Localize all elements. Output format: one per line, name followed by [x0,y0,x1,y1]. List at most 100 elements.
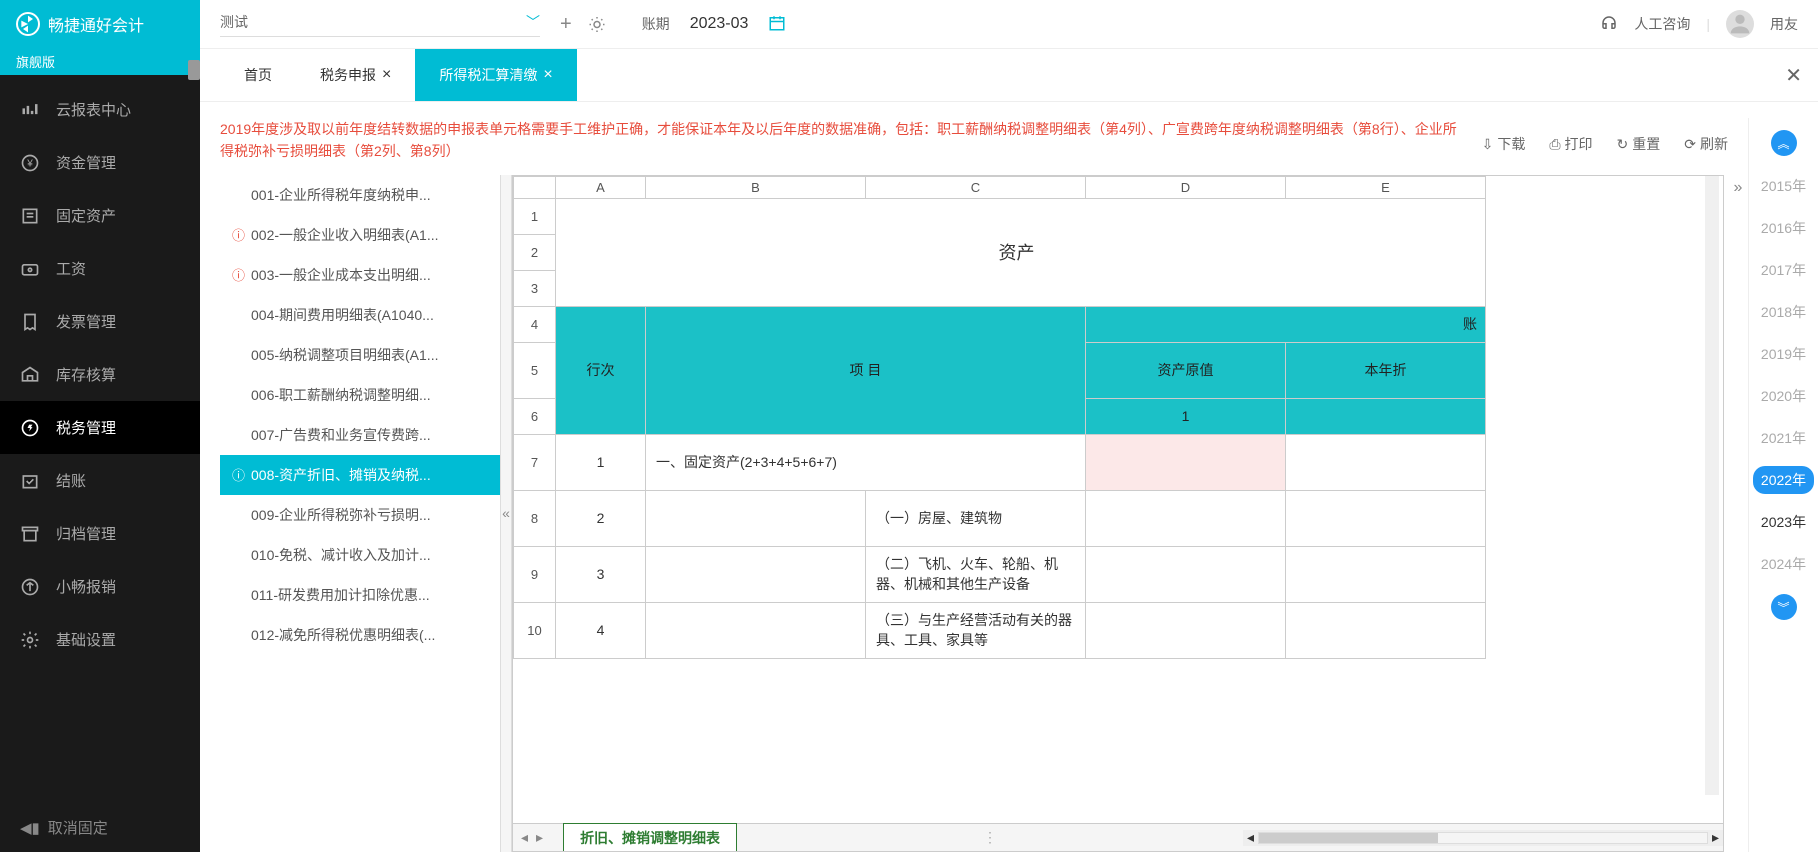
line-no[interactable]: 2 [556,490,646,546]
sidebar-item-salary[interactable]: 工资 [0,242,200,295]
report-item[interactable]: ⓘ003-一般企业成本支出明细... [220,255,500,295]
download-button[interactable]: ⇩ 下载 [1482,134,1526,154]
close-all-tabs[interactable]: ✕ [1785,63,1802,88]
report-item[interactable]: 001-企业所得税年度纳税申... [220,175,500,215]
year-item[interactable]: 2021年 [1753,424,1814,452]
calendar-icon[interactable] [768,14,786,35]
tab-close-icon[interactable]: × [543,66,552,84]
report-item[interactable]: 005-纳税调整项目明细表(A1... [220,335,500,375]
row-header[interactable]: 3 [514,270,556,306]
sheet-nav-first[interactable]: ◂ [521,829,528,846]
cell[interactable] [646,490,866,546]
header-original-value[interactable]: 资产原值 [1086,342,1286,398]
cell[interactable] [1086,602,1286,658]
line-no[interactable]: 4 [556,602,646,658]
header-item[interactable]: 项 目 [646,306,1086,434]
header-depreciation[interactable]: 本年折 [1286,342,1486,398]
header-col-num[interactable]: 1 [1086,398,1286,434]
col-header-c[interactable]: C [866,176,1086,198]
user-avatar[interactable] [1726,10,1754,38]
sheet-title[interactable]: 资产 [556,198,1486,306]
sidebar-item-asset[interactable]: 固定资产 [0,189,200,242]
col-header-a[interactable]: A [556,176,646,198]
reset-button[interactable]: ↻ 重置 [1617,134,1661,154]
report-item[interactable]: 012-减免所得税优惠明细表(... [220,615,500,655]
item-cell[interactable]: （二）飞机、火车、轮船、机器、机械和其他生产设备 [866,546,1086,602]
sheet-nav-prev[interactable]: ▸ [536,829,543,846]
header-col-blank[interactable] [1286,398,1486,434]
sidebar-item-invoice[interactable]: 发票管理 [0,295,200,348]
row-header[interactable]: 10 [514,602,556,658]
sidebar-item-settings[interactable]: 基础设置 [0,613,200,666]
year-item[interactable]: 2015年 [1753,172,1814,200]
cell[interactable] [1086,546,1286,602]
year-item[interactable]: 2023年 [1753,508,1814,536]
scroll-right-icon[interactable]: ▸ [1712,829,1719,846]
report-item[interactable]: ⓘ008-资产折旧、摊销及纳税... [220,455,500,495]
vertical-scrollbar[interactable] [1705,176,1719,795]
row-header[interactable]: 2 [514,234,556,270]
item-cell[interactable]: （一）房屋、建筑物 [866,490,1086,546]
year-item[interactable]: 2019年 [1753,340,1814,368]
sidebar-item-expense[interactable]: 小畅报销 [0,560,200,613]
sidebar-scroll-indicator[interactable] [188,60,200,80]
row-header[interactable]: 6 [514,398,556,434]
service-label[interactable]: 人工咨询 [1634,14,1690,34]
list-collapse-handle[interactable]: « [500,175,512,852]
row-header[interactable]: 1 [514,198,556,234]
row-header[interactable]: 4 [514,306,556,342]
print-button[interactable]: ⎙ 打印 [1549,134,1592,154]
user-name[interactable]: 用友 [1770,14,1798,34]
report-item[interactable]: 011-研发费用加计扣除优惠... [220,575,500,615]
year-item[interactable]: 2022年 [1753,466,1814,494]
year-item[interactable]: 2016年 [1753,214,1814,242]
sidebar-item-chart[interactable]: 云报表中心 [0,83,200,136]
company-selector[interactable]: 测试 ﹀ [220,12,540,37]
year-item[interactable]: 2018年 [1753,298,1814,326]
cell[interactable] [1286,602,1486,658]
line-no[interactable]: 1 [556,434,646,490]
sidebar-item-close[interactable]: 结账 [0,454,200,507]
tab[interactable]: 税务申报× [296,49,415,101]
refresh-button[interactable]: ⟳ 刷新 [1684,134,1728,154]
tab[interactable]: 首页 [220,49,296,101]
cell[interactable] [646,546,866,602]
tab-close-icon[interactable]: × [382,66,391,84]
cell[interactable] [1086,490,1286,546]
cell[interactable] [1086,434,1286,490]
row-header[interactable]: 8 [514,490,556,546]
report-item[interactable]: 004-期间费用明细表(A1040... [220,295,500,335]
cell[interactable] [1286,546,1486,602]
tab[interactable]: 所得税汇算清缴× [415,49,576,101]
gear-icon[interactable] [588,13,606,36]
header-line-no[interactable]: 行次 [556,306,646,434]
row-header[interactable]: 7 [514,434,556,490]
sheet-tab[interactable]: 折旧、摊销调整明细表 [563,823,737,852]
expand-handle[interactable]: » [1728,175,1748,852]
sidebar-item-tax[interactable]: 税务管理 [0,401,200,454]
row-header[interactable]: 9 [514,546,556,602]
year-item[interactable]: 2024年 [1753,550,1814,578]
report-item[interactable]: ⓘ002-一般企业收入明细表(A1... [220,215,500,255]
headset-icon[interactable] [1600,14,1618,35]
sidebar-unpin[interactable]: ◀▮ 取消固定 [0,803,200,852]
report-item[interactable]: 006-职工薪酬纳税调整明细... [220,375,500,415]
sidebar-item-stock[interactable]: 库存核算 [0,348,200,401]
line-no[interactable]: 3 [556,546,646,602]
grid-corner[interactable] [514,176,556,198]
report-item[interactable]: 007-广告费和业务宣传费跨... [220,415,500,455]
report-item[interactable]: 009-企业所得税弥补亏损明... [220,495,500,535]
cell[interactable] [1286,490,1486,546]
scroll-left-icon[interactable]: ◂ [1247,829,1254,846]
year-scroll-up[interactable]: ︽ [1771,130,1797,156]
cell[interactable] [1286,434,1486,490]
header-account[interactable]: 账 [1086,306,1486,342]
col-header-e[interactable]: E [1286,176,1486,198]
col-header-d[interactable]: D [1086,176,1286,198]
sidebar-item-archive[interactable]: 归档管理 [0,507,200,560]
year-item[interactable]: 2017年 [1753,256,1814,284]
year-scroll-down[interactable]: ︾ [1771,594,1797,620]
col-header-b[interactable]: B [646,176,866,198]
report-item[interactable]: 010-免税、减计收入及加计... [220,535,500,575]
item-cell[interactable]: 一、固定资产(2+3+4+5+6+7) [646,434,1086,490]
